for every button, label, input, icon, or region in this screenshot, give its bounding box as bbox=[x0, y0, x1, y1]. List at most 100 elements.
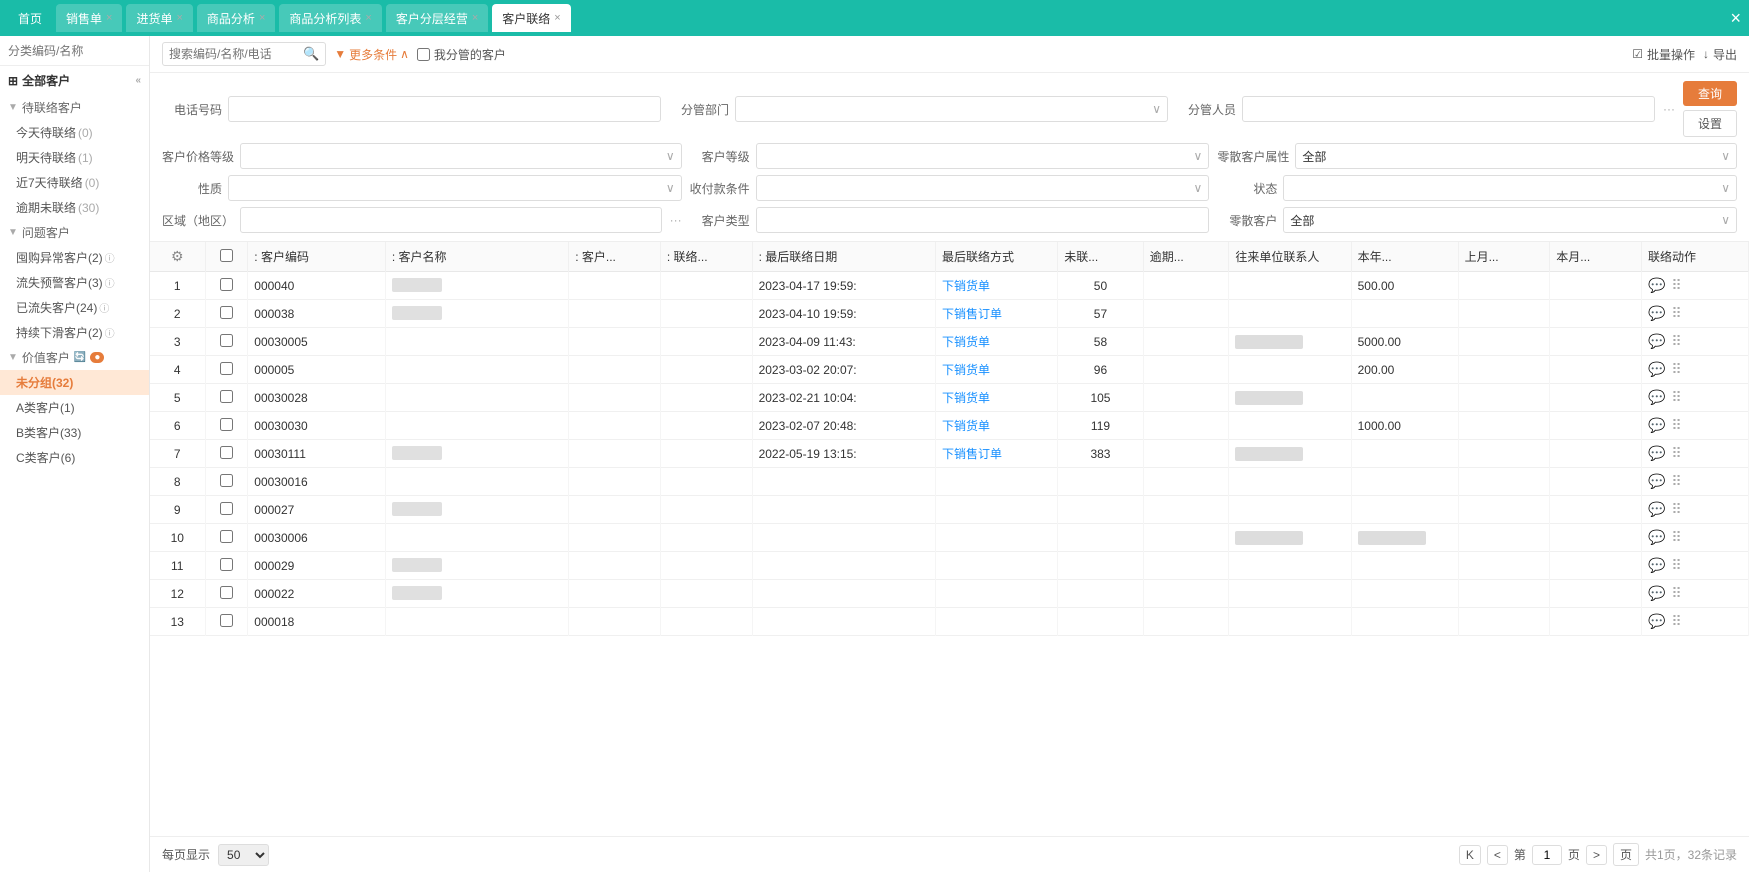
message-icon[interactable]: 💬 bbox=[1648, 305, 1665, 322]
row-checkbox[interactable] bbox=[220, 558, 233, 571]
cell-lastway[interactable]: 下销售订单 bbox=[935, 440, 1057, 468]
dept-select[interactable]: ∨ bbox=[735, 96, 1168, 122]
cell-check[interactable] bbox=[205, 272, 248, 300]
my-customer-checkbox[interactable] bbox=[417, 48, 430, 61]
sidebar-item-warning[interactable]: 流失预警客户(3) ⓘ bbox=[0, 270, 149, 295]
message-icon[interactable]: 💬 bbox=[1648, 557, 1665, 574]
customer-grade-select[interactable]: ∨ bbox=[756, 143, 1210, 169]
message-icon[interactable]: 💬 bbox=[1648, 277, 1665, 294]
col-header-type[interactable]: : 客户... bbox=[569, 242, 661, 272]
sidebar-item-7days[interactable]: 近7天待联络 (0) bbox=[0, 170, 149, 195]
phone-input[interactable] bbox=[228, 96, 661, 122]
nav-tab-sales[interactable]: 销售单 × bbox=[56, 4, 122, 32]
cell-lastway[interactable] bbox=[935, 580, 1057, 608]
more-actions-icon[interactable]: ⠿ bbox=[1671, 529, 1681, 546]
sidebar-item-abnormal[interactable]: 囤购异常客户(2) ⓘ bbox=[0, 245, 149, 270]
cell-check[interactable] bbox=[205, 440, 248, 468]
more-actions-icon[interactable]: ⠿ bbox=[1671, 585, 1681, 602]
cell-lastway[interactable] bbox=[935, 468, 1057, 496]
more-actions-icon[interactable]: ⠿ bbox=[1671, 277, 1681, 294]
retail-attr-select[interactable]: 全部 ∨ bbox=[1295, 143, 1737, 169]
more-actions-icon[interactable]: ⠿ bbox=[1671, 445, 1681, 462]
cell-check[interactable] bbox=[205, 608, 248, 636]
analysis-list-tab-close[interactable]: × bbox=[365, 12, 371, 24]
filter-search-input[interactable] bbox=[169, 47, 299, 61]
message-icon[interactable]: 💬 bbox=[1648, 613, 1665, 630]
more-actions-icon[interactable]: ⠿ bbox=[1671, 417, 1681, 434]
more-conditions-btn[interactable]: ▼ 更多条件 ∧ bbox=[334, 46, 409, 63]
message-icon[interactable]: 💬 bbox=[1648, 473, 1665, 490]
cell-lastway[interactable] bbox=[935, 552, 1057, 580]
retail-customer-select[interactable]: 全部 ∨ bbox=[1283, 207, 1737, 233]
sidebar-item-c-class[interactable]: C类客户(6) bbox=[0, 445, 149, 470]
row-checkbox[interactable] bbox=[220, 586, 233, 599]
message-icon[interactable]: 💬 bbox=[1648, 333, 1665, 350]
cell-check[interactable] bbox=[205, 384, 248, 412]
person-input[interactable] bbox=[1242, 96, 1655, 122]
nav-tab-analysis-list[interactable]: 商品分析列表 × bbox=[279, 4, 381, 32]
purchase-tab-close[interactable]: × bbox=[176, 12, 182, 24]
row-checkbox[interactable] bbox=[220, 418, 233, 431]
message-icon[interactable]: 💬 bbox=[1648, 529, 1665, 546]
cell-lastway[interactable] bbox=[935, 608, 1057, 636]
last-page-btn[interactable]: 页 bbox=[1613, 843, 1639, 866]
cell-check[interactable] bbox=[205, 496, 248, 524]
message-icon[interactable]: 💬 bbox=[1648, 445, 1665, 462]
more-actions-icon[interactable]: ⠿ bbox=[1671, 501, 1681, 518]
cell-check[interactable] bbox=[205, 552, 248, 580]
col-header-lastdate[interactable]: : 最后联络日期 bbox=[752, 242, 935, 272]
col-header-overdue[interactable]: 逾期... bbox=[1143, 242, 1229, 272]
close-all-btn[interactable]: × bbox=[1730, 8, 1741, 29]
cell-check[interactable] bbox=[205, 356, 248, 384]
row-checkbox[interactable] bbox=[220, 334, 233, 347]
more-actions-icon[interactable]: ⠿ bbox=[1671, 473, 1681, 490]
col-header-lastway[interactable]: 最后联络方式 bbox=[935, 242, 1057, 272]
col-header-thismonth[interactable]: 本月... bbox=[1550, 242, 1642, 272]
cell-check[interactable] bbox=[205, 468, 248, 496]
col-header-contact[interactable]: : 联络... bbox=[660, 242, 752, 272]
row-checkbox[interactable] bbox=[220, 502, 233, 515]
more-actions-icon[interactable]: ⠿ bbox=[1671, 305, 1681, 322]
cell-check[interactable] bbox=[205, 300, 248, 328]
sidebar-item-tomorrow[interactable]: 明天待联络 (1) bbox=[0, 145, 149, 170]
status-select[interactable]: ∨ bbox=[1283, 175, 1737, 201]
cell-lastway[interactable]: 下销货单 bbox=[935, 328, 1057, 356]
first-page-btn[interactable]: K bbox=[1459, 845, 1481, 865]
cell-lastway[interactable] bbox=[935, 496, 1057, 524]
row-checkbox[interactable] bbox=[220, 614, 233, 627]
region-input[interactable] bbox=[240, 207, 662, 233]
region-more-btn[interactable]: ··· bbox=[670, 213, 682, 227]
row-checkbox[interactable] bbox=[220, 446, 233, 459]
sidebar-all-customers[interactable]: ⊞ 全部客户 « bbox=[0, 66, 149, 95]
sidebar-item-overdue[interactable]: 逾期未联络 (30) bbox=[0, 195, 149, 220]
customer-type-input[interactable] bbox=[756, 207, 1210, 233]
cell-check[interactable] bbox=[205, 524, 248, 552]
cell-lastway[interactable]: 下销售订单 bbox=[935, 300, 1057, 328]
message-icon[interactable]: 💬 bbox=[1648, 389, 1665, 406]
filter-search-icon[interactable]: 🔍 bbox=[303, 46, 319, 62]
export-btn[interactable]: ↓ 导出 bbox=[1703, 46, 1737, 63]
row-checkbox[interactable] bbox=[220, 278, 233, 291]
sidebar-item-b-class[interactable]: B类客户(33) bbox=[0, 420, 149, 445]
col-header-lastmonth[interactable]: 上月... bbox=[1458, 242, 1550, 272]
message-icon[interactable]: 💬 bbox=[1648, 361, 1665, 378]
more-actions-icon[interactable]: ⠿ bbox=[1671, 361, 1681, 378]
prev-page-btn[interactable]: < bbox=[1487, 845, 1508, 865]
nav-tab-home[interactable]: 首页 bbox=[8, 4, 52, 32]
nav-tab-customer-contact[interactable]: 客户联络 × bbox=[492, 4, 570, 32]
cell-lastway[interactable]: 下销货单 bbox=[935, 356, 1057, 384]
sidebar-group-problem[interactable]: ▼ 问题客户 bbox=[0, 220, 149, 245]
row-checkbox[interactable] bbox=[220, 306, 233, 319]
row-checkbox[interactable] bbox=[220, 530, 233, 543]
more-actions-icon[interactable]: ⠿ bbox=[1671, 389, 1681, 406]
col-header-code[interactable]: : 客户编码 bbox=[248, 242, 386, 272]
more-actions-icon[interactable]: ⠿ bbox=[1671, 557, 1681, 574]
row-checkbox[interactable] bbox=[220, 362, 233, 375]
col-header-name[interactable]: : 客户名称 bbox=[385, 242, 568, 272]
cell-check[interactable] bbox=[205, 328, 248, 356]
my-customer-checkbox-group[interactable]: 我分管的客户 bbox=[417, 46, 506, 63]
message-icon[interactable]: 💬 bbox=[1648, 501, 1665, 518]
cell-lastway[interactable]: 下销货单 bbox=[935, 412, 1057, 440]
current-page-input[interactable] bbox=[1532, 845, 1562, 865]
sidebar-search[interactable]: 🔍 bbox=[0, 36, 149, 66]
